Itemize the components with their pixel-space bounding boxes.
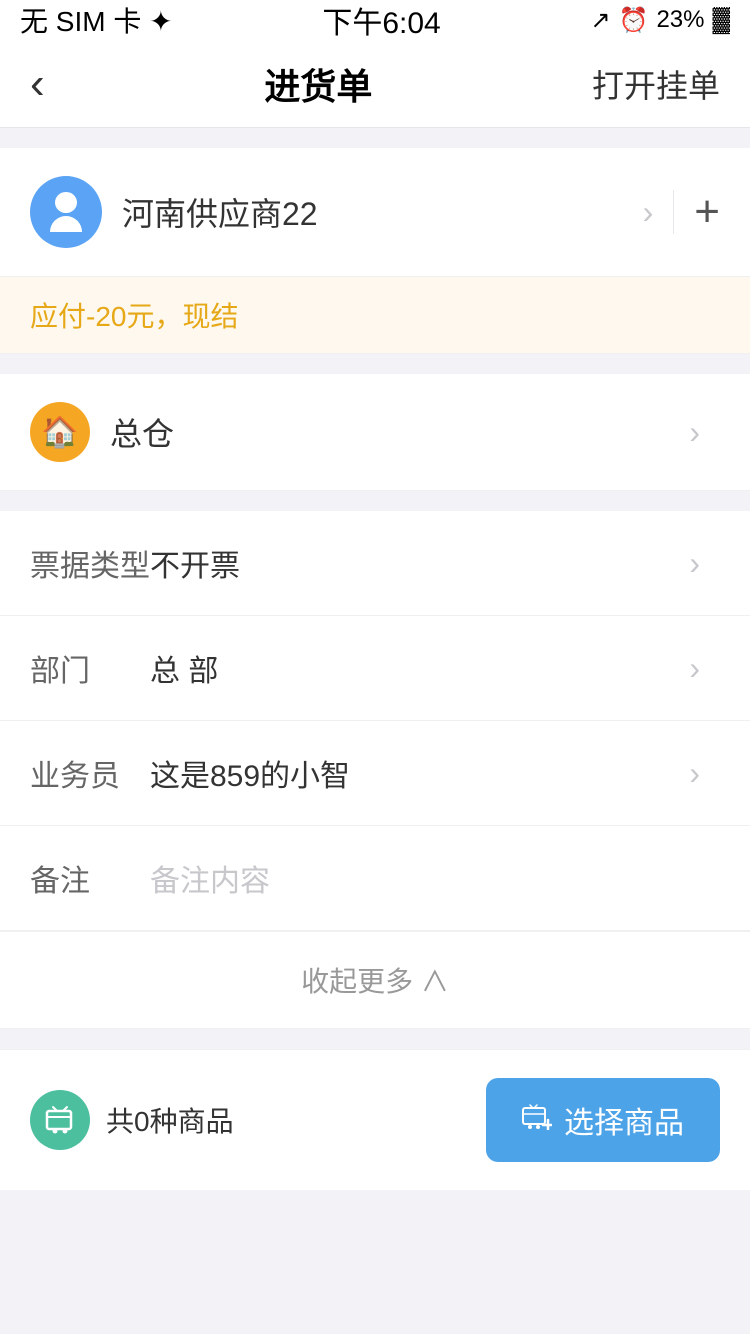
remark-row[interactable]: 备注 备注内容 <box>0 826 750 931</box>
alert-banner: 应付-20元，现结 <box>0 277 750 354</box>
invoice-type-chevron-icon: › <box>689 545 700 582</box>
status-bar: 无 SIM 卡 ✦ 下午6:04 ↗ ⏰ 23% ▓ <box>0 0 750 40</box>
open-hangup-button[interactable]: 打开挂单 <box>592 61 720 107</box>
section-gap-3 <box>0 491 750 511</box>
select-goods-label: 选择商品 <box>564 1098 684 1142</box>
chevron-right-icon: › <box>643 194 654 231</box>
cart-icon <box>43 1103 77 1137</box>
avatar-head <box>55 192 77 213</box>
supplier-section: 河南供应商22 › + 应付-20元，现结 <box>0 148 750 354</box>
battery-icon: ▓ <box>713 6 731 34</box>
warehouse-section: 🏠 总仓 › <box>0 374 750 491</box>
bottom-bar: 共0种商品 选择商品 <box>0 1049 750 1190</box>
goods-count-area: 共0种商品 <box>30 1090 234 1150</box>
status-left: 无 SIM 卡 ✦ <box>20 0 173 40</box>
invoice-type-label: 票据类型 <box>30 541 150 585</box>
back-button[interactable]: ‹ <box>30 59 45 109</box>
section-gap-1 <box>0 128 750 148</box>
page-title: 进货单 <box>264 58 372 110</box>
house-icon: 🏠 <box>41 415 78 450</box>
invoice-type-row[interactable]: 票据类型 不开票 › <box>0 511 750 616</box>
status-time: 下午6:04 <box>322 0 440 42</box>
section-gap-2 <box>0 354 750 374</box>
collapse-text: 收起更多 ∧ <box>301 960 449 1000</box>
collapse-row[interactable]: 收起更多 ∧ <box>0 931 750 1029</box>
cart-add-icon <box>522 1104 552 1130</box>
alert-text: 应付-20元，现结 <box>30 301 238 332</box>
salesperson-row[interactable]: 业务员 这是859的小智 › <box>0 721 750 826</box>
salesperson-chevron-icon: › <box>689 755 700 792</box>
select-goods-icon <box>522 1104 552 1137</box>
department-value: 总 部 <box>150 646 689 690</box>
location-icon: ↗ <box>590 6 610 35</box>
battery-text: 23% <box>656 6 704 34</box>
supplier-name: 河南供应商22 <box>122 189 643 235</box>
form-section: 票据类型 不开票 › 部门 总 部 › 业务员 这是859的小智 › 备注 备注… <box>0 511 750 1029</box>
avatar-body <box>50 216 82 232</box>
select-goods-button[interactable]: 选择商品 <box>486 1078 720 1162</box>
warehouse-icon-circle: 🏠 <box>30 402 90 462</box>
avatar <box>30 176 102 248</box>
department-chevron-icon: › <box>689 650 700 687</box>
remark-label: 备注 <box>30 856 150 900</box>
warehouse-row[interactable]: 🏠 总仓 › <box>0 374 750 491</box>
add-supplier-button[interactable]: + <box>694 187 720 237</box>
goods-count-text: 共0种商品 <box>106 1100 234 1140</box>
goods-icon-circle <box>30 1090 90 1150</box>
department-row[interactable]: 部门 总 部 › <box>0 616 750 721</box>
alarm-icon: ⏰ <box>619 6 649 35</box>
salesperson-value: 这是859的小智 <box>150 751 689 795</box>
person-icon <box>46 192 86 232</box>
status-right: ↗ ⏰ 23% ▓ <box>590 6 730 35</box>
remark-input[interactable]: 备注内容 <box>150 856 720 900</box>
supplier-row[interactable]: 河南供应商22 › + <box>0 148 750 277</box>
warehouse-chevron-icon: › <box>689 414 700 451</box>
invoice-type-value: 不开票 <box>150 541 689 585</box>
warehouse-name: 总仓 <box>110 409 689 455</box>
main-content: 河南供应商22 › + 应付-20元，现结 🏠 总仓 › 票据类型 不开票 › <box>0 128 750 1334</box>
salesperson-label: 业务员 <box>30 751 150 795</box>
nav-bar: ‹ 进货单 打开挂单 <box>0 40 750 128</box>
department-label: 部门 <box>30 646 150 690</box>
vertical-divider <box>673 190 674 234</box>
